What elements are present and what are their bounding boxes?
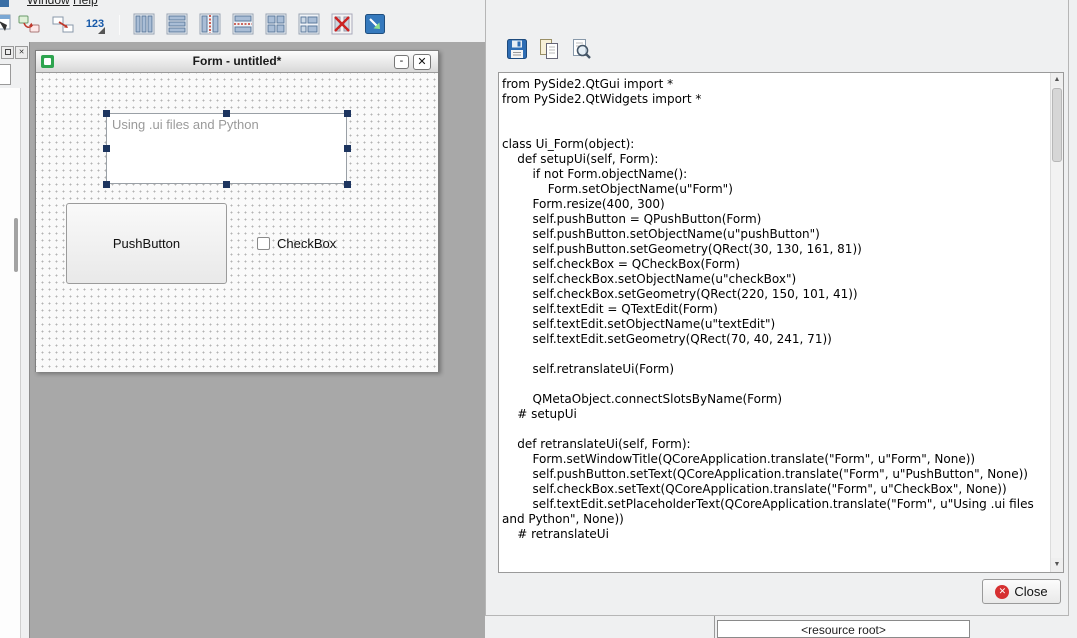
- float-glyph: [5, 49, 11, 55]
- code-text[interactable]: from PySide2.QtGui import * from PySide2…: [502, 77, 1034, 542]
- widget-filter-input[interactable]: [0, 64, 11, 85]
- dialog-close-button[interactable]: ✕ Close: [982, 579, 1061, 604]
- pencil-icon: [98, 27, 105, 34]
- edit-tab-order-icon[interactable]: 123: [83, 12, 107, 36]
- layout-vertical-splitter-icon[interactable]: [231, 12, 255, 36]
- panel-divider: [714, 616, 715, 638]
- widget-list: [0, 88, 21, 638]
- layout-grid-icon[interactable]: [264, 12, 288, 36]
- selection-handle-sw[interactable]: [103, 181, 110, 188]
- close-x-glyph: ✕: [999, 586, 1007, 597]
- toolbar-separator: [119, 15, 120, 35]
- edit-widgets-icon[interactable]: [0, 12, 13, 36]
- scrollbar-thumb[interactable]: [1052, 88, 1062, 162]
- resource-root-item[interactable]: <resource root>: [717, 620, 970, 638]
- form-icon: [41, 55, 54, 68]
- dock-float-icon[interactable]: [1, 46, 14, 59]
- layout-horizontal-icon[interactable]: [132, 12, 156, 36]
- selection-handle-w[interactable]: [103, 145, 110, 152]
- form-window-titlebar[interactable]: Form - untitled* - ✕: [36, 51, 438, 73]
- checkbox-widget[interactable]: CheckBox: [256, 223, 357, 264]
- main-toolbar: 123: [0, 8, 485, 42]
- close-button-label: Close: [1014, 584, 1047, 599]
- selection-handle-nw[interactable]: [103, 110, 110, 117]
- checkbox-indicator[interactable]: [257, 237, 270, 250]
- layout-horizontal-splitter-icon[interactable]: [198, 12, 222, 36]
- form-designer-window: Form - untitled* - ✕ Using .ui files and…: [35, 50, 439, 372]
- vertical-scrollbar[interactable]: ▲ ▼: [1050, 73, 1063, 572]
- layout-vertical-icon[interactable]: [165, 12, 189, 36]
- adjust-size-icon[interactable]: [363, 12, 387, 36]
- selection-handle-s[interactable]: [223, 181, 230, 188]
- checkbox-label: CheckBox: [277, 236, 336, 251]
- form-canvas[interactable]: Using .ui files and Python PushButton Ch…: [36, 73, 438, 372]
- menu-help[interactable]: Help: [73, 0, 98, 7]
- dock-close-icon[interactable]: ✕: [15, 46, 28, 59]
- layout-form-icon[interactable]: [297, 12, 321, 36]
- selection-handle-ne[interactable]: [344, 110, 351, 117]
- code-viewer-dialog: from PySide2.QtGui import * from PySide2…: [485, 0, 1069, 616]
- app-icon: [0, 0, 9, 7]
- menu-window[interactable]: Window: [27, 0, 70, 7]
- pushbutton-widget[interactable]: PushButton: [66, 203, 227, 284]
- window-close-button[interactable]: ✕: [413, 54, 431, 70]
- code-editor[interactable]: from PySide2.QtGui import * from PySide2…: [498, 72, 1064, 573]
- minimize-button[interactable]: -: [394, 55, 409, 69]
- find-icon[interactable]: [568, 36, 594, 62]
- selection-handle-se[interactable]: [344, 181, 351, 188]
- form-window-title: Form - untitled*: [36, 51, 438, 72]
- widget-list-scrollbar[interactable]: [14, 218, 18, 272]
- save-icon[interactable]: [504, 36, 530, 62]
- close-circle-icon: ✕: [995, 585, 1009, 599]
- copy-icon[interactable]: [536, 36, 562, 62]
- edit-buddies-icon[interactable]: [51, 12, 75, 36]
- edit-signals-slots-icon[interactable]: [17, 12, 41, 36]
- scroll-up-icon[interactable]: ▲: [1051, 73, 1063, 87]
- scroll-down-icon[interactable]: ▼: [1051, 558, 1063, 572]
- selection-handle-e[interactable]: [344, 145, 351, 152]
- selection-handle-n[interactable]: [223, 110, 230, 117]
- break-layout-icon[interactable]: [330, 12, 354, 36]
- textedit-placeholder: Using .ui files and Python: [107, 114, 346, 135]
- textedit-widget[interactable]: Using .ui files and Python: [106, 113, 347, 184]
